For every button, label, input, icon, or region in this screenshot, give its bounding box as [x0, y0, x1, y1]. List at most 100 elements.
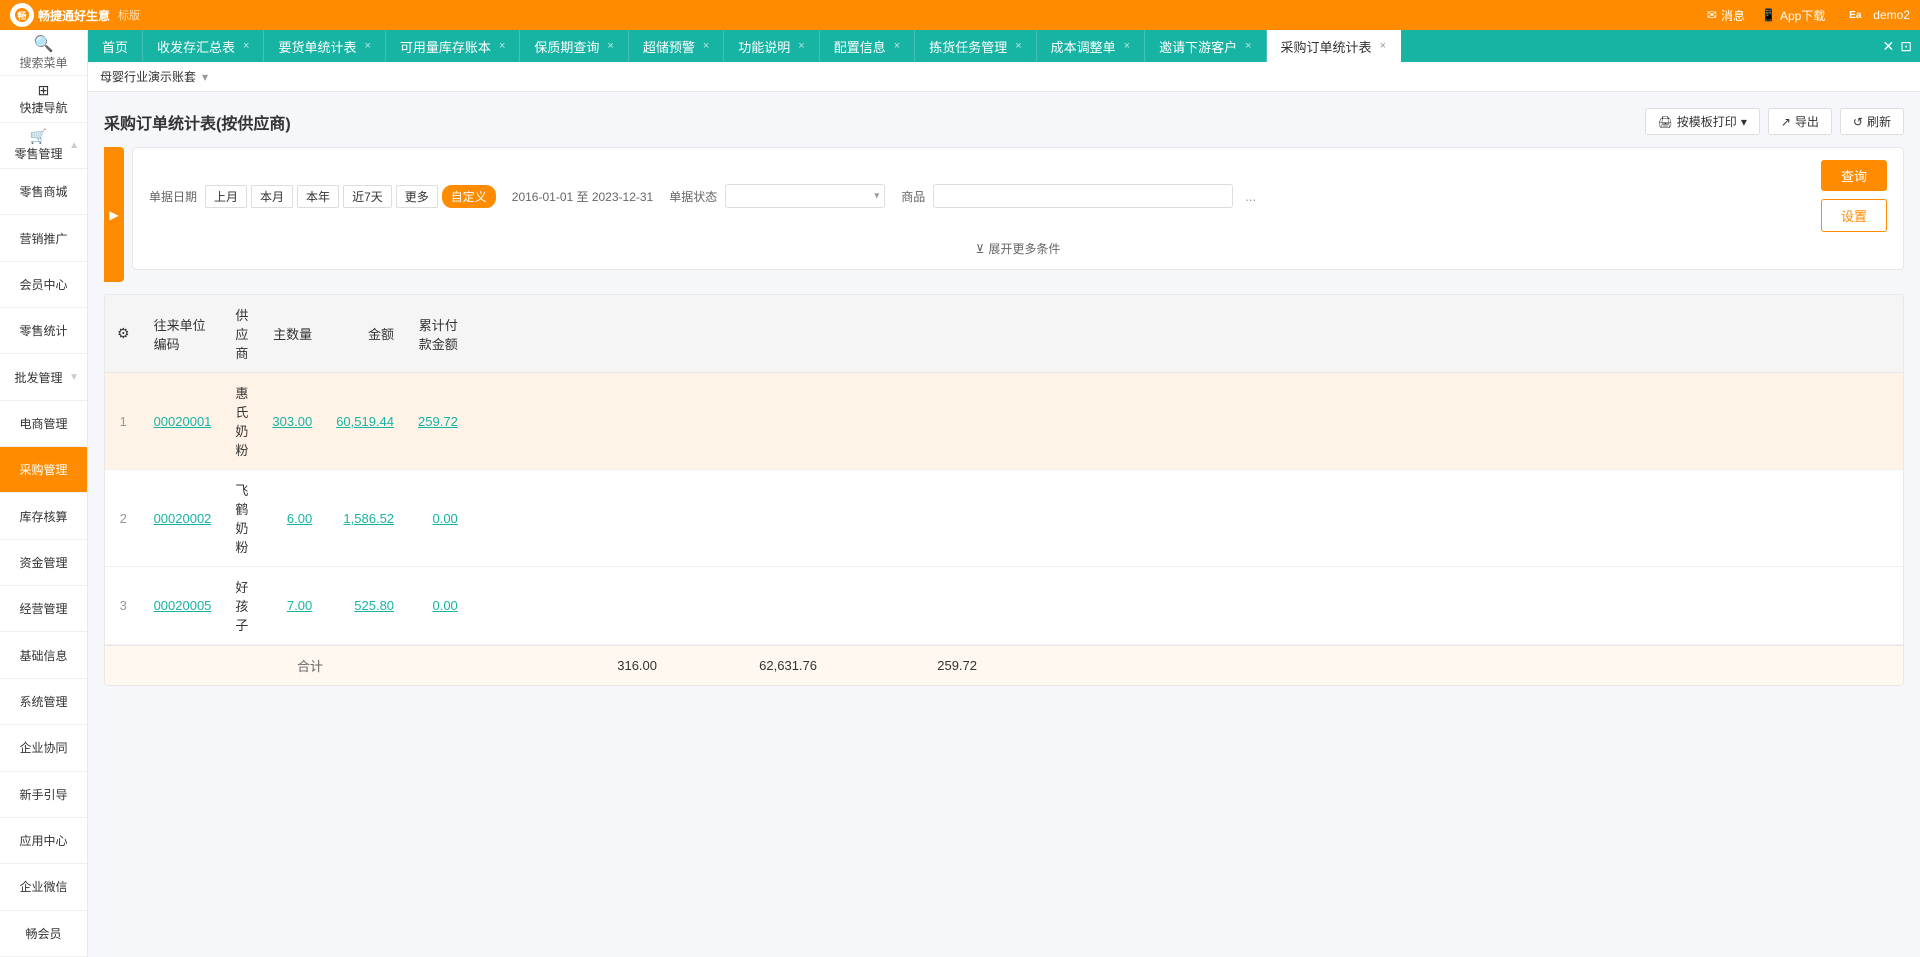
tab-shoufacun[interactable]: 收发存汇总表 ×	[143, 30, 264, 62]
window-expand-icon[interactable]: ⊡	[1900, 38, 1912, 55]
svg-text:畅: 畅	[17, 10, 26, 21]
column-settings-icon[interactable]: ⚙	[117, 325, 130, 341]
app-container: 畅 畅捷通好生意 标版 ✉ 消息 📱 App下载 Ea demo2	[0, 0, 1920, 957]
col-amount: 金额	[324, 295, 406, 373]
row3-qty-link[interactable]: 7.00	[287, 598, 312, 613]
sidebar-item-retail-stats[interactable]: 零售统计	[0, 308, 87, 354]
row2-supplier: 飞鹤奶粉	[223, 470, 260, 567]
tab-close-purchase-stats[interactable]: ×	[1380, 40, 1386, 52]
sidebar-item-finance[interactable]: 资金管理	[0, 540, 87, 586]
tab-close-jianhuo[interactable]: ×	[1015, 40, 1021, 52]
sidebar-item-apps[interactable]: 应用中心	[0, 818, 87, 864]
date-quick-btns: 上月 本月 本年 近7天 更多 自定义	[205, 185, 496, 208]
tab-jianhuo[interactable]: 拣货任务管理 ×	[915, 30, 1036, 62]
refresh-button[interactable]: ↺ 刷新	[1840, 108, 1904, 135]
sidebar-item-member[interactable]: 会员中心	[0, 262, 87, 308]
sidebar-item-collab[interactable]: 企业协同	[0, 725, 87, 771]
sidebar-item-shop[interactable]: 零售商城	[0, 169, 87, 215]
export-button[interactable]: ↗ 导出	[1768, 108, 1832, 135]
sidebar-item-system[interactable]: 系统管理	[0, 679, 87, 725]
status-select[interactable]	[725, 184, 885, 208]
tab-cost[interactable]: 成本调整单 ×	[1037, 30, 1145, 62]
tab-close-keyongliang[interactable]: ×	[499, 40, 505, 52]
sidebar-item-marketing[interactable]: 营销推广	[0, 215, 87, 261]
status-label: 单据状态	[669, 188, 717, 205]
tab-yaohuo[interactable]: 要货单统计表 ×	[264, 30, 385, 62]
tab-close-cost[interactable]: ×	[1124, 40, 1130, 52]
sidebar-item-ecommerce[interactable]: 电商管理	[0, 401, 87, 447]
date-btn-lastmonth[interactable]: 上月	[205, 185, 247, 208]
row3-paid-link[interactable]: 0.00	[432, 598, 457, 613]
goods-more-icon[interactable]: ...	[1245, 189, 1256, 204]
tab-close-invite[interactable]: ×	[1245, 40, 1251, 52]
row3-amount-link[interactable]: 525.80	[354, 598, 394, 613]
tab-keyongliang[interactable]: 可用量库存账本 ×	[386, 30, 520, 62]
expand-more-btn[interactable]: ⊻ 展开更多条件	[976, 240, 1061, 257]
message-btn[interactable]: ✉ 消息	[1707, 7, 1745, 24]
tab-chaoyuyujing[interactable]: 超储预警 ×	[629, 30, 724, 62]
tab-function[interactable]: 功能说明 ×	[724, 30, 819, 62]
sidebar-item-guide[interactable]: 新手引导	[0, 772, 87, 818]
sidebar-item-basic[interactable]: 基础信息	[0, 632, 87, 678]
print-icon: 🖨	[1658, 115, 1673, 129]
header-row: ⚙ 往来单位编码 供应商 主数量 金额 累计付款金额	[105, 295, 1903, 373]
print-arrow-icon: ▾	[1741, 115, 1747, 129]
date-btn-thisyear[interactable]: 本年	[297, 185, 339, 208]
filter-row: 单据日期 上月 本月 本年 近7天 更多 自定义	[149, 160, 1887, 232]
row2-qty-link[interactable]: 6.00	[287, 511, 312, 526]
tab-close-shoufacun[interactable]: ×	[243, 40, 249, 52]
row1-amount-link[interactable]: 60,519.44	[336, 414, 394, 429]
row1-code-link[interactable]: 00020001	[154, 414, 212, 429]
tab-close-chaoyuyujing[interactable]: ×	[703, 40, 709, 52]
row3-index: 3	[105, 567, 142, 645]
table-body: 1 00020001 惠氏奶粉 303.00 60,519.44 259.72 …	[105, 373, 1903, 645]
table-footer: 合计 316.00 62,631.76 259.72	[105, 645, 1903, 685]
row2-paid-link[interactable]: 0.00	[432, 511, 457, 526]
row1-qty-link[interactable]: 303.00	[272, 414, 312, 429]
workspace-arrow-icon[interactable]: ▾	[202, 70, 208, 84]
tab-purchase-stats[interactable]: 采购订单统计表 ×	[1267, 30, 1401, 62]
col-empty	[470, 295, 1903, 373]
filter-collapse-btn[interactable]: ▶	[104, 147, 124, 282]
query-button[interactable]: 查询	[1821, 160, 1887, 191]
sidebar-item-vip[interactable]: 畅会员	[0, 911, 87, 957]
sidebar-item-retail[interactable]: 🛒 零售管理 ▲	[0, 123, 87, 169]
tab-close-config[interactable]: ×	[894, 40, 900, 52]
col-settings: ⚙	[105, 295, 142, 373]
row2-amount-link[interactable]: 1,586.52	[343, 511, 394, 526]
row3-code-link[interactable]: 00020005	[154, 598, 212, 613]
date-btn-more[interactable]: 更多	[396, 185, 438, 208]
row1-paid-link[interactable]: 259.72	[418, 414, 458, 429]
tab-close-yaohuo[interactable]: ×	[364, 40, 370, 52]
row2-code-link[interactable]: 00020002	[154, 511, 212, 526]
print-button[interactable]: 🖨 按模板打印 ▾	[1645, 108, 1760, 135]
sidebar-item-inventory[interactable]: 库存核算	[0, 493, 87, 539]
settings-button[interactable]: 设置	[1821, 199, 1887, 232]
sidebar-item-business[interactable]: 经营管理	[0, 586, 87, 632]
sidebar-item-wechat[interactable]: 企业微信	[0, 864, 87, 910]
goods-input[interactable]	[933, 184, 1233, 208]
date-range-display: 2016-01-01 至 2023-12-31	[512, 188, 653, 205]
app-download-btn[interactable]: 📱 App下载	[1761, 7, 1825, 24]
user-area[interactable]: Ea demo2	[1841, 1, 1910, 29]
sidebar-item-wholesale[interactable]: 批发管理 ▼	[0, 354, 87, 400]
date-btn-7days[interactable]: 近7天	[343, 185, 392, 208]
tab-close-function[interactable]: ×	[798, 40, 804, 52]
message-label: 消息	[1721, 7, 1745, 24]
date-btn-thismonth[interactable]: 本月	[251, 185, 293, 208]
tab-config[interactable]: 配置信息 ×	[820, 30, 915, 62]
tab-invite[interactable]: 邀请下游客户 ×	[1145, 30, 1266, 62]
tab-baozhi[interactable]: 保质期查询 ×	[520, 30, 628, 62]
sidebar: 🔍 搜索菜单 ⊞ 快捷导航 🛒 零售管理 ▲ 零售商城	[0, 30, 88, 957]
tab-home[interactable]: 首页	[88, 30, 143, 62]
date-btn-custom[interactable]: 自定义	[442, 185, 496, 208]
window-close-icon[interactable]: ✕	[1883, 38, 1895, 55]
expand-row: ⊻ 展开更多条件	[149, 240, 1887, 257]
goods-label: 商品	[901, 188, 925, 205]
logo-icon: 畅	[10, 3, 34, 27]
tab-close-baozhi[interactable]: ×	[607, 40, 613, 52]
sidebar-item-quicknav[interactable]: ⊞ 快捷导航	[0, 76, 87, 122]
sidebar-item-search[interactable]: 🔍 搜索菜单	[0, 30, 87, 76]
data-table: ⚙ 往来单位编码 供应商 主数量 金额 累计付款金额	[105, 295, 1903, 645]
sidebar-item-purchase[interactable]: 采购管理	[0, 447, 87, 493]
